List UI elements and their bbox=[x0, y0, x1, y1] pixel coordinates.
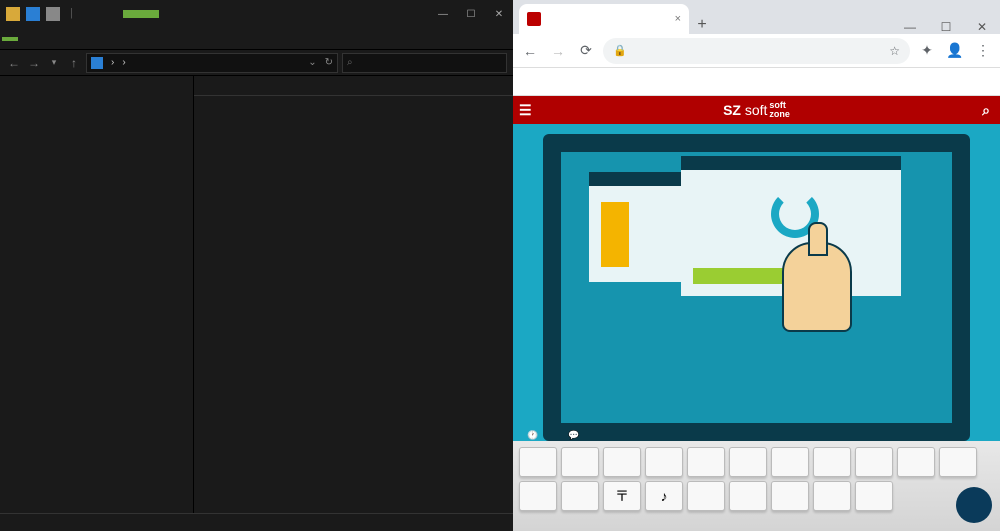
navigation-pane[interactable] bbox=[0, 76, 194, 513]
keyboard-illustration: 〒♪ bbox=[513, 441, 1000, 531]
comment-icon[interactable]: 💬 bbox=[568, 430, 579, 441]
hero-illustration bbox=[543, 134, 970, 441]
search-icon: ⌕ bbox=[347, 57, 353, 68]
site-logo[interactable]: SZ soft bbox=[723, 102, 767, 118]
nav-forward-icon: → bbox=[547, 43, 569, 59]
nav-back-icon[interactable]: ← bbox=[519, 43, 541, 59]
chrome-tabstrip: × + — ☐ ✕ bbox=[513, 0, 1000, 34]
maximize-button[interactable]: ☐ bbox=[457, 9, 485, 20]
extension-icon[interactable]: ✦ bbox=[916, 42, 938, 59]
profile-icon[interactable]: 👤 bbox=[944, 42, 966, 59]
new-tab-button[interactable]: + bbox=[689, 16, 715, 34]
favicon-icon bbox=[527, 12, 541, 26]
quick-access-icon[interactable] bbox=[26, 7, 40, 21]
folder-icon[interactable] bbox=[6, 7, 20, 21]
address-input[interactable]: › › ⌄ ↻ bbox=[86, 53, 338, 73]
explorer-menubar bbox=[0, 28, 513, 50]
page-content[interactable]: ☰ SZ soft softzone ⌕ 🕐 💬 bbox=[513, 96, 1000, 531]
menu-archivo[interactable] bbox=[2, 37, 18, 41]
menu-compartir[interactable] bbox=[38, 37, 54, 41]
window-title bbox=[163, 10, 191, 18]
site-logo-text: softzone bbox=[769, 101, 790, 119]
dropdown-icon[interactable]: ⌄ bbox=[308, 57, 316, 68]
chrome-window: × + — ☐ ✕ ← → ⟳ 🔒 ☆ ✦ 👤 ⋮ ☰ SZ soft soft… bbox=[513, 0, 1000, 531]
drive-icon bbox=[91, 57, 103, 69]
refresh-icon[interactable]: ↻ bbox=[325, 57, 333, 68]
url-input[interactable]: 🔒 ☆ bbox=[603, 38, 910, 64]
address-bar: ← → ▾ ↑ › › ⌄ ↻ ⌕ bbox=[0, 50, 513, 76]
hamburger-icon[interactable]: ☰ bbox=[519, 102, 532, 119]
search-icon[interactable]: ⌕ bbox=[982, 102, 990, 119]
explorer-titlebar: | — ☐ ✕ bbox=[0, 0, 513, 28]
nav-up-icon[interactable]: ↑ bbox=[66, 56, 82, 70]
breadcrumb-sep: › bbox=[122, 57, 125, 68]
nav-forward-icon[interactable]: → bbox=[26, 56, 42, 70]
browser-tab[interactable]: × bbox=[519, 4, 689, 34]
hero-article[interactable]: 🕐 💬 〒♪ bbox=[513, 124, 1000, 531]
minimize-button[interactable]: — bbox=[892, 20, 928, 34]
minimize-button[interactable]: — bbox=[429, 9, 457, 20]
nav-back-icon[interactable]: ← bbox=[6, 56, 22, 70]
reload-icon[interactable]: ⟳ bbox=[575, 42, 597, 59]
clock-icon: 🕐 bbox=[527, 430, 538, 441]
toolbar-icon[interactable] bbox=[46, 7, 60, 21]
ribbon-tab-admin[interactable] bbox=[123, 10, 159, 18]
close-button[interactable]: ✕ bbox=[964, 20, 1000, 34]
separator: | bbox=[70, 7, 73, 21]
menu-herramientas[interactable] bbox=[74, 37, 90, 41]
menu-icon[interactable]: ⋮ bbox=[972, 42, 994, 59]
file-list[interactable] bbox=[194, 96, 513, 513]
file-explorer-window: | — ☐ ✕ ← → ▾ ↑ › › ⌄ ↻ ⌕ bbox=[0, 0, 513, 531]
maximize-button[interactable]: ☐ bbox=[928, 20, 964, 34]
menu-inicio[interactable] bbox=[20, 37, 36, 41]
bookmark-star-icon[interactable]: ☆ bbox=[889, 44, 900, 58]
breadcrumb-sep: › bbox=[111, 57, 114, 68]
site-header: ☰ SZ soft softzone ⌕ bbox=[513, 96, 1000, 124]
menu-vista[interactable] bbox=[56, 37, 72, 41]
tab-close-icon[interactable]: × bbox=[675, 13, 681, 25]
adsl-badge[interactable] bbox=[956, 487, 992, 523]
lock-icon[interactable]: 🔒 bbox=[613, 44, 627, 57]
chrome-toolbar: ← → ⟳ 🔒 ☆ ✦ 👤 ⋮ bbox=[513, 34, 1000, 68]
search-input[interactable]: ⌕ bbox=[342, 53, 507, 73]
file-list-pane bbox=[194, 76, 513, 513]
column-headers[interactable] bbox=[194, 76, 513, 96]
bookmarks-bar bbox=[513, 68, 1000, 96]
status-bar bbox=[0, 513, 513, 531]
nav-recent-icon[interactable]: ▾ bbox=[46, 57, 62, 68]
close-button[interactable]: ✕ bbox=[485, 9, 513, 20]
